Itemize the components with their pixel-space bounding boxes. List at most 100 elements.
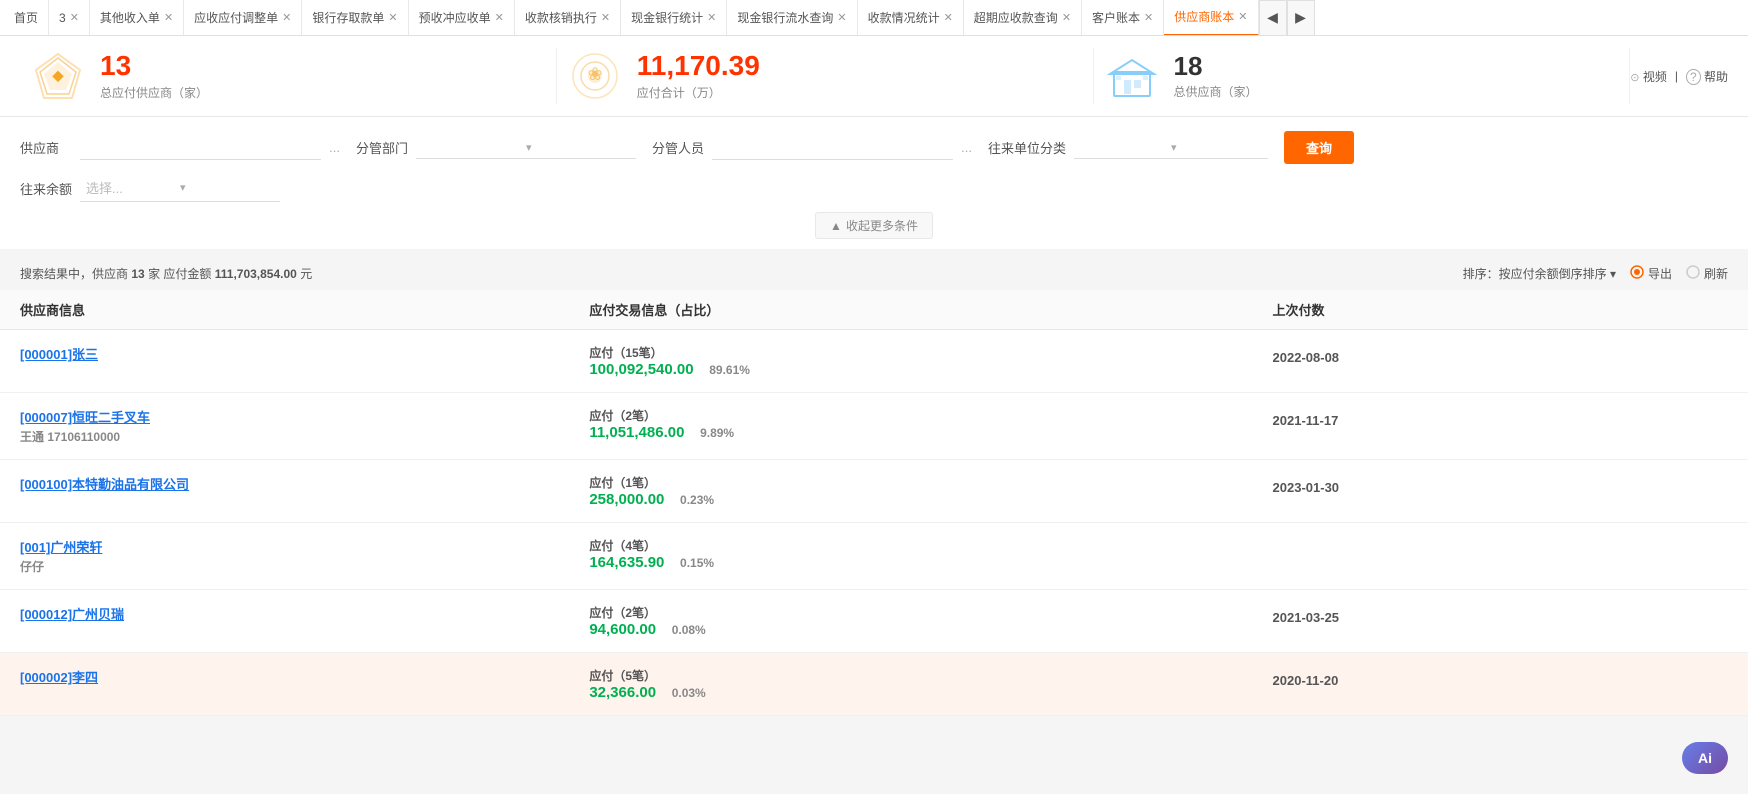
- balance-arrow-icon: ▾: [180, 181, 274, 194]
- supplier-ellipsis[interactable]: ...: [329, 140, 340, 155]
- nav-tab-home[interactable]: 首页: [4, 0, 49, 36]
- nav-tab-cash-query-label: 现金银行流水查询: [737, 9, 833, 26]
- supplier-name-link[interactable]: [000002]李四: [20, 667, 589, 686]
- result-actions: 排序：按应付余额倒序排序 ▾ 导出 刷新: [1463, 265, 1728, 282]
- top-navigation: 首页 3 ✕ 其他收入单 ✕ 应收应付调整单 ✕ 银行存取款单 ✕ 预收冲应收单…: [0, 0, 1748, 36]
- supplier-name-link[interactable]: [000001]张三: [20, 344, 589, 363]
- col-header-transaction: 应付交易信息（占比）: [589, 300, 1272, 319]
- trans-amount-link[interactable]: 94,600.00: [589, 621, 656, 638]
- balance-label: 往来余额: [20, 179, 72, 198]
- result-prefix: 搜索结果中，供应商: [20, 267, 128, 281]
- nav-tab-receipt-exec[interactable]: 收款核销执行 ✕: [515, 0, 621, 36]
- close-icon[interactable]: ✕: [388, 11, 397, 24]
- ai-badge[interactable]: Ai: [1682, 742, 1728, 774]
- nav-tab-3[interactable]: 3 ✕: [49, 0, 90, 36]
- nav-tab-customer-book[interactable]: 客户账本 ✕: [1082, 0, 1164, 36]
- close-icon[interactable]: ✕: [837, 11, 846, 24]
- person-ellipsis[interactable]: ...: [961, 140, 972, 155]
- nav-tab-prepay[interactable]: 预收冲应收单 ✕: [409, 0, 515, 36]
- close-icon[interactable]: ✕: [707, 11, 716, 24]
- trans-amount-link[interactable]: 32,366.00: [589, 684, 656, 701]
- last-pay-cell: [1273, 537, 1728, 543]
- person-input[interactable]: [712, 136, 953, 160]
- nav-tab-ar-ap-adjust[interactable]: 应收应付调整单 ✕: [184, 0, 302, 36]
- supplier-name-link[interactable]: [000100]本特勤油品有限公司: [20, 474, 589, 493]
- filter-category: 往来单位分类 ▾: [988, 137, 1268, 159]
- trans-percent: 0.03%: [672, 686, 706, 700]
- svg-text:❀: ❀: [587, 64, 602, 84]
- nav-tab-3-label: 3: [59, 11, 66, 25]
- collapse-button[interactable]: ▲ 收起更多条件: [815, 212, 933, 239]
- trans-amount-link[interactable]: 258,000.00: [589, 491, 664, 508]
- transaction-info-cell: 应付（5笔） 32,366.00 0.03%: [589, 667, 1272, 701]
- close-icon[interactable]: ✕: [601, 11, 610, 24]
- supplier-input[interactable]: [80, 136, 321, 160]
- nav-tab-ar-ap-label: 应收应付调整单: [194, 9, 278, 26]
- stat-number-payable-suppliers: 13: [100, 51, 208, 82]
- diamond-icon: ◆: [30, 48, 86, 104]
- close-icon[interactable]: ✕: [1144, 11, 1153, 24]
- close-icon[interactable]: ✕: [70, 11, 79, 24]
- nav-tab-overdue[interactable]: 超期应收款查询 ✕: [964, 0, 1082, 36]
- trans-amount-link[interactable]: 11,051,486.00: [589, 424, 684, 441]
- collapse-label: 收起更多条件: [846, 217, 918, 234]
- nav-prev-arrow[interactable]: ◀: [1259, 0, 1287, 36]
- nav-tab-customer-label: 客户账本: [1092, 9, 1140, 26]
- refresh-label: 刷新: [1704, 265, 1728, 282]
- category-label: 往来单位分类: [988, 138, 1066, 157]
- help-link[interactable]: ? 帮助: [1686, 68, 1728, 85]
- trans-percent: 0.15%: [680, 556, 714, 570]
- transaction-info-cell: 应付（4笔） 164,635.90 0.15%: [589, 537, 1272, 571]
- nav-tab-other-income[interactable]: 其他收入单 ✕: [90, 0, 184, 36]
- close-icon[interactable]: ✕: [1238, 10, 1247, 23]
- close-icon[interactable]: ✕: [282, 11, 291, 24]
- category-select[interactable]: ▾: [1074, 137, 1268, 159]
- stat-label-payable-suppliers: 总应付供应商（家）: [100, 84, 208, 101]
- query-button[interactable]: 查询: [1284, 131, 1354, 164]
- close-icon[interactable]: ✕: [944, 11, 953, 24]
- video-link[interactable]: ⊙ 视频: [1630, 68, 1667, 85]
- nav-tab-supplier-label: 供应商账本: [1174, 8, 1234, 25]
- nav-tab-cash-stat[interactable]: 现金银行统计 ✕: [621, 0, 727, 36]
- balance-placeholder: 选择...: [86, 178, 180, 197]
- last-pay-cell: 2020-11-20: [1273, 667, 1728, 688]
- stat-number-payable-total: 11,170.39: [637, 51, 760, 82]
- refresh-button[interactable]: 刷新: [1686, 265, 1728, 282]
- table-row: [000002]李四 应付（5笔） 32,366.00 0.03% 2020-1…: [0, 653, 1748, 716]
- nav-tab-home-label: 首页: [14, 9, 38, 26]
- refresh-radio-icon: [1686, 265, 1700, 282]
- stats-bar: ◆ 13 总应付供应商（家） ❀ 11,170.39 应付合计（万）: [0, 36, 1748, 117]
- supplier-info-cell: [001]广州荣轩 仔仔: [20, 537, 589, 575]
- close-icon[interactable]: ✕: [495, 11, 504, 24]
- trans-amount-link[interactable]: 100,092,540.00: [589, 361, 693, 378]
- table-row: [000001]张三 应付（15笔） 100,092,540.00 89.61%…: [0, 330, 1748, 393]
- nav-tab-supplier-book[interactable]: 供应商账本 ✕: [1164, 0, 1258, 36]
- nav-tab-bank-deposit[interactable]: 银行存取款单 ✕: [302, 0, 408, 36]
- stat-card-payable-suppliers: ◆ 13 总应付供应商（家）: [20, 48, 557, 104]
- stat-card-payable-total: ❀ 11,170.39 应付合计（万）: [557, 48, 1094, 104]
- collapse-icon: ▲: [830, 219, 842, 233]
- result-mid: 家 应付金额: [148, 267, 211, 281]
- close-icon[interactable]: ✕: [1062, 11, 1071, 24]
- nav-tab-receipt-stat[interactable]: 收款情况统计 ✕: [858, 0, 964, 36]
- top-right-links: ⊙ 视频 | ? 帮助: [1630, 68, 1728, 85]
- filter-area: 供应商 ... 分管部门 ▾ 分管人员 ... 往来单位分类 ▾ 查询: [0, 117, 1748, 249]
- person-label: 分管人员: [652, 138, 704, 157]
- sort-arrow-icon[interactable]: ▾: [1610, 267, 1616, 281]
- export-label: 导出: [1648, 265, 1672, 282]
- export-button[interactable]: 导出: [1630, 265, 1672, 282]
- supplier-name-link[interactable]: [000012]广州贝瑞: [20, 604, 589, 623]
- export-radio-icon: [1630, 265, 1644, 282]
- balance-select[interactable]: 选择... ▾: [80, 174, 280, 202]
- grain-icon: ❀: [567, 48, 623, 104]
- supplier-name-link[interactable]: [001]广州荣轩: [20, 537, 589, 556]
- supplier-name-link[interactable]: [000007]恒旺二手叉车: [20, 407, 589, 426]
- nav-tab-cash-query[interactable]: 现金银行流水查询 ✕: [727, 0, 857, 36]
- trans-amount-link[interactable]: 164,635.90: [589, 554, 664, 571]
- col-header-supplier: 供应商信息: [20, 300, 589, 319]
- close-icon[interactable]: ✕: [164, 11, 173, 24]
- dept-select[interactable]: ▾: [416, 137, 636, 159]
- nav-next-arrow[interactable]: ▶: [1287, 0, 1315, 36]
- stat-label-payable-total: 应付合计（万）: [637, 84, 760, 101]
- table-row: [000012]广州贝瑞 应付（2笔） 94,600.00 0.08% 2021…: [0, 590, 1748, 653]
